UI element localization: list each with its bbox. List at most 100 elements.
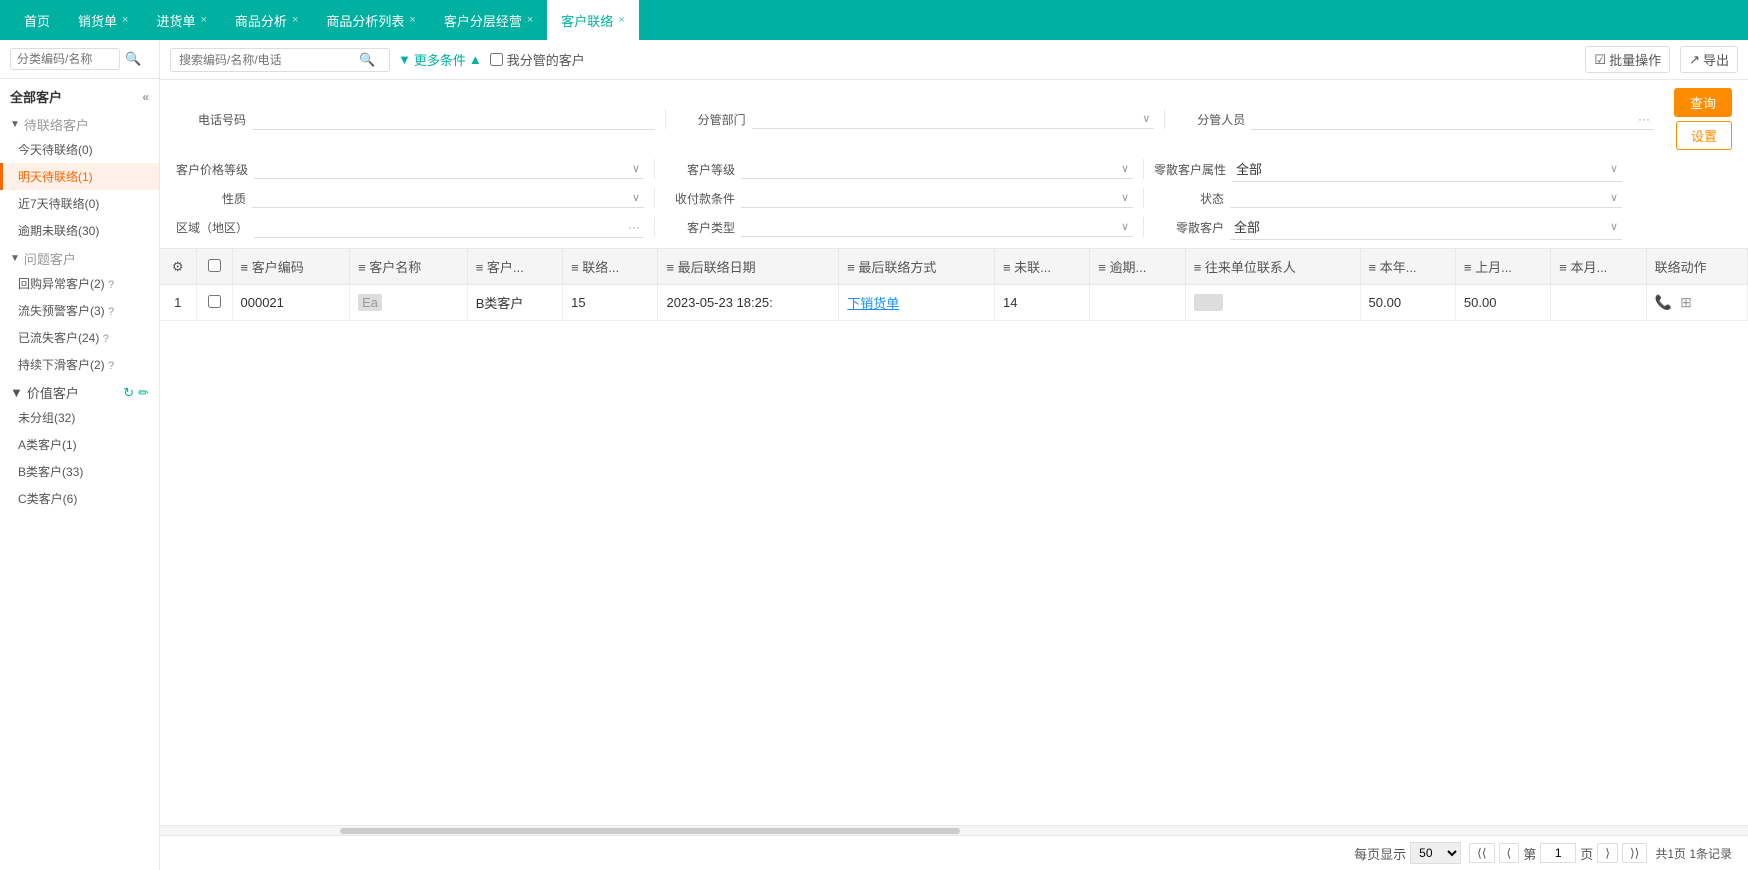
select-all-checkbox[interactable] xyxy=(208,259,221,272)
scrollbar-thumb[interactable] xyxy=(340,828,960,834)
horizontal-scrollbar[interactable] xyxy=(160,825,1748,835)
first-page-button[interactable]: ⟨⟨ xyxy=(1469,843,1494,863)
filter-scatter-attr-select[interactable]: 全部 ∨ xyxy=(1232,156,1622,182)
filter-row-1: 电话号码 分管部门 ∨ 分管人员 ··· xyxy=(176,88,1732,150)
table-header-row: ⚙ ≡ 客户编码 ≡ 客户名称 ≡ 客户... ≡ 联络... ≡ 最后联络日期… xyxy=(160,249,1748,285)
edit-icon[interactable]: ✏ xyxy=(138,385,149,401)
filter-status-select[interactable]: ∨ xyxy=(1230,188,1622,208)
filter-payment-select[interactable]: ∨ xyxy=(741,188,1133,208)
nav-close-icon[interactable]: × xyxy=(409,14,415,26)
cell-type: B类客户 xyxy=(467,285,562,321)
export-button[interactable]: ↗ 导出 xyxy=(1680,46,1738,73)
col-action: 联络动作 xyxy=(1646,249,1747,285)
sidebar-item-overdue[interactable]: 逾期未联络(30) xyxy=(0,217,159,244)
sidebar-item-tomorrow[interactable]: 明天待联络(1) xyxy=(0,163,159,190)
nav-customer-contact[interactable]: 客户联络 × xyxy=(547,0,638,40)
action-icons: 📞 ⊞ xyxy=(1655,294,1739,311)
filter-person-select[interactable]: ··· xyxy=(1251,109,1654,130)
col-name: ≡ 客户名称 xyxy=(350,249,468,285)
filter-divider xyxy=(665,109,666,129)
ellipsis-icon[interactable]: ··· xyxy=(1638,112,1650,126)
sidebar-search-input[interactable] xyxy=(10,48,120,70)
group-pending-contact[interactable]: ▼ 待联络客户 xyxy=(0,110,159,136)
search-icon[interactable]: 🔍 xyxy=(359,52,375,68)
chevron-down-icon: ∨ xyxy=(632,191,640,204)
filter-person: 分管人员 ··· xyxy=(1175,109,1654,130)
filter-divider xyxy=(654,188,655,208)
phone-icon[interactable]: 📞 xyxy=(1655,294,1672,311)
filter-customer-type: 客户类型 ∨ xyxy=(665,217,1133,237)
sidebar-item-declining[interactable]: 持续下滑客户(2) ? xyxy=(0,351,159,378)
sidebar-item-b-class[interactable]: B类客户(33) xyxy=(0,458,159,485)
toolbar-right: ☑ 批量操作 ↗ 导出 xyxy=(1585,46,1738,73)
nav-close-icon[interactable]: × xyxy=(292,14,298,26)
nav-close-icon[interactable]: × xyxy=(200,14,206,26)
query-button[interactable]: 查询 xyxy=(1674,88,1732,117)
col-contact-person: ≡ 往来单位联系人 xyxy=(1185,249,1360,285)
col-checkbox[interactable] xyxy=(196,249,232,285)
footer: 每页显示 50 100 200 ⟨⟨ ⟨ 第 页 ⟩ ⟩⟩ 共1页 1条记录 xyxy=(160,835,1748,870)
filter-area: 电话号码 分管部门 ∨ 分管人员 ··· xyxy=(160,80,1748,249)
group-problem-customer[interactable]: ▼ 问题客户 xyxy=(0,244,159,270)
my-customer-checkbox-wrap[interactable]: 我分管的客户 xyxy=(490,50,585,69)
triangle-icon: ▼ xyxy=(10,385,23,400)
nav-product-analysis[interactable]: 商品分析 × xyxy=(221,0,312,40)
page-input[interactable] xyxy=(1540,843,1576,863)
more-filter-button[interactable]: ▼ 更多条件 ▲ xyxy=(398,50,482,69)
my-customer-checkbox[interactable] xyxy=(490,53,503,66)
nav-close-active-icon[interactable]: × xyxy=(618,14,624,26)
row-checkbox[interactable] xyxy=(208,295,221,308)
filter-phone-input[interactable] xyxy=(252,109,655,130)
cell-checkbox[interactable] xyxy=(196,285,232,321)
sidebar-item-c-class[interactable]: C类客户(6) xyxy=(0,485,159,512)
cell-code: 000021 xyxy=(232,285,350,321)
nav-purchase[interactable]: 进货单 × xyxy=(142,0,220,40)
nav-close-icon[interactable]: × xyxy=(122,14,128,26)
nav-product-analysis-list[interactable]: 商品分析列表 × xyxy=(312,0,429,40)
page-size-wrap: 每页显示 50 100 200 xyxy=(1354,842,1461,864)
filter-divider xyxy=(1143,217,1144,237)
collapse-icon[interactable]: « xyxy=(142,90,149,104)
filter-icon: ▼ xyxy=(398,52,411,67)
chevron-down-icon: ∨ xyxy=(1610,220,1618,233)
sidebar-item-churned[interactable]: 已流失客户(24) ? xyxy=(0,324,159,351)
filter-region-select[interactable]: ··· xyxy=(254,217,644,238)
col-settings[interactable]: ⚙ xyxy=(160,249,196,285)
chevron-down-icon: ∨ xyxy=(1610,162,1618,175)
page-size-select[interactable]: 50 100 200 xyxy=(1410,842,1461,864)
filter-nature-select[interactable]: ∨ xyxy=(252,188,644,208)
sidebar-item-churn-warning[interactable]: 流失预警客户(3) ? xyxy=(0,297,159,324)
nav-home[interactable]: 首页 xyxy=(10,0,64,40)
batch-op-button[interactable]: ☑ 批量操作 xyxy=(1585,46,1670,73)
filter-price-level-select[interactable]: ∨ xyxy=(254,159,644,179)
nav-close-icon[interactable]: × xyxy=(527,14,533,26)
settings-button[interactable]: 设置 xyxy=(1676,121,1732,150)
filter-customer-level-select[interactable]: ∨ xyxy=(741,159,1133,179)
sidebar-item-a-class[interactable]: A类客户(1) xyxy=(0,431,159,458)
col-last-method: ≡ 最后联络方式 xyxy=(839,249,995,285)
chevron-down-icon: ∨ xyxy=(1121,191,1129,204)
content-area: 🔍 ▼ 更多条件 ▲ 我分管的客户 ☑ 批量操作 ↗ 导出 xyxy=(160,40,1748,870)
next-page-button[interactable]: ⟩ xyxy=(1597,843,1618,863)
prev-page-button[interactable]: ⟨ xyxy=(1499,843,1520,863)
sidebar-item-ungrouped[interactable]: 未分组(32) xyxy=(0,404,159,431)
sidebar-item-today[interactable]: 今天待联络(0) xyxy=(0,136,159,163)
last-method-link[interactable]: 下销货单 xyxy=(847,296,899,311)
sidebar-item-7days[interactable]: 近7天待联络(0) xyxy=(0,190,159,217)
filter-scatter-customer-select[interactable]: 全部 ∨ xyxy=(1230,214,1622,240)
nav-sales[interactable]: 销货单 × xyxy=(64,0,142,40)
group-value-customer[interactable]: ▼ 价值客户 ↻ ✏ xyxy=(0,378,159,404)
refresh-icon[interactable]: ↻ xyxy=(123,385,134,401)
filter-actions-col: 查询 设置 xyxy=(1674,88,1732,150)
nav-customer-tier[interactable]: 客户分层经营 × xyxy=(430,0,547,40)
filter-dept: 分管部门 ∨ xyxy=(676,109,1155,129)
grid-icon[interactable]: ⊞ xyxy=(1680,294,1692,311)
cell-contact-person xyxy=(1185,285,1360,321)
search-input[interactable] xyxy=(179,53,359,67)
sidebar-item-repurchase-abnormal[interactable]: 回购异常客户(2) ? xyxy=(0,270,159,297)
sidebar-search-icon[interactable]: 🔍 xyxy=(125,51,141,67)
last-page-button[interactable]: ⟩⟩ xyxy=(1622,843,1647,863)
filter-dept-select[interactable]: ∨ xyxy=(752,109,1155,129)
filter-customer-type-select[interactable]: ∨ xyxy=(741,217,1133,237)
ellipsis-icon[interactable]: ··· xyxy=(628,220,640,234)
